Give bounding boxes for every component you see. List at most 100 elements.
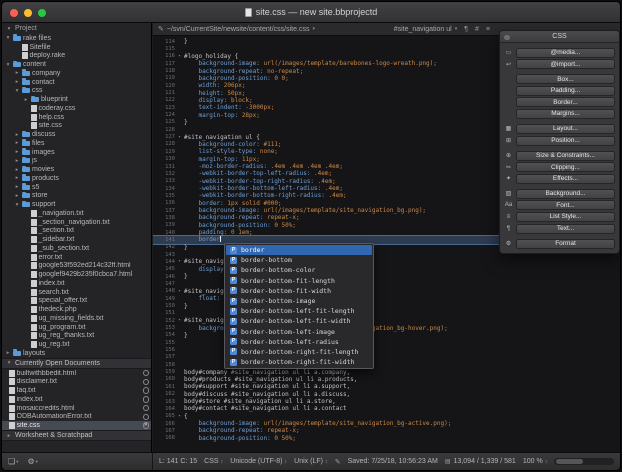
- open-document-mosaiccredits-html[interactable]: mosaiccredits.html: [2, 404, 151, 413]
- disclosure-triangle[interactable]: ▸: [23, 97, 29, 103]
- completion-item-border[interactable]: Pborder: [226, 245, 372, 256]
- tree-item-search-txt[interactable]: search.txt: [2, 288, 151, 297]
- disclosure-triangle[interactable]: ▾: [6, 26, 12, 32]
- minimize-window-button[interactable]: [24, 8, 32, 17]
- code-line[interactable]: 165 ▾{: [153, 413, 620, 420]
- disclosure-triangle[interactable]: ▾: [14, 88, 20, 94]
- current-symbol-menu[interactable]: #site_navigation ul: [394, 26, 452, 33]
- completion-item-border-bottom-right-fit-width[interactable]: Pborder-bottom-right-fit-width: [226, 357, 372, 367]
- counter-icon[interactable]: ¶: [464, 26, 468, 33]
- palette-button-box[interactable]: Box...: [516, 74, 615, 85]
- code-line[interactable]: 162 body#discuss #site_navigation ul li a…: [153, 391, 620, 398]
- disclosure-triangle[interactable]: ▸: [6, 433, 12, 439]
- tree-item-images[interactable]: ▸ images: [2, 148, 151, 157]
- completion-item-border-bottom-fit-length[interactable]: Pborder-bottom-fit-length: [226, 276, 372, 286]
- fold-triangle[interactable]: ▾: [175, 289, 184, 294]
- zoom-control[interactable]: 100 % ↕: [523, 458, 548, 465]
- tree-item-rake-files[interactable]: ▾ rake files: [2, 34, 151, 43]
- completion-item-border-bottom[interactable]: Pborder-bottom: [226, 255, 372, 265]
- disclosure-triangle[interactable]: ▸: [14, 149, 20, 155]
- tree-item-thedeck-php[interactable]: thedeck.php: [2, 305, 151, 314]
- tree-item-ug-reg-txt[interactable]: ug_reg.txt: [2, 340, 151, 349]
- documents-menu-icon[interactable]: ❏ ▾: [8, 457, 18, 466]
- tree-item-store[interactable]: ▸ store: [2, 191, 151, 201]
- close-document-button[interactable]: [142, 413, 149, 421]
- language-menu[interactable]: CSS ↕: [204, 458, 223, 465]
- disclosure-triangle[interactable]: ▾: [5, 35, 11, 41]
- code-line[interactable]: 167 background-repeat: repeat-x;: [153, 427, 620, 434]
- tree-item-sitefile[interactable]: Sitefile: [2, 43, 151, 52]
- completion-item-border-bottom-left-fit-width[interactable]: Pborder-bottom-left-fit-width: [226, 316, 372, 326]
- marker-icon[interactable]: #: [475, 26, 479, 33]
- disclosure-triangle[interactable]: ▸: [14, 70, 20, 76]
- open-document-faq-txt[interactable]: faq.txt: [2, 386, 151, 395]
- disclosure-triangle[interactable]: ▸: [14, 167, 20, 173]
- tree-item-sidebar-txt[interactable]: _sidebar.txt: [2, 235, 151, 244]
- code-line[interactable]: 168 background-position: 0 50%;: [153, 435, 620, 442]
- code-line[interactable]: 163 body#store #site_navigation ul li a.s…: [153, 398, 620, 405]
- horizontal-scrollbar[interactable]: [554, 458, 614, 465]
- palette-button-border[interactable]: Border...: [516, 97, 615, 108]
- close-document-button[interactable]: [142, 369, 149, 377]
- file-path-menu[interactable]: ~/svn/CurrentSite/newsite/content/css/si…: [167, 26, 310, 33]
- close-document-button[interactable]: [142, 396, 149, 403]
- tree-item-discuss[interactable]: ▸ discuss: [2, 130, 151, 139]
- tree-item-support[interactable]: ▾ support: [2, 200, 151, 209]
- tree-item-products[interactable]: ▸ products: [2, 174, 151, 183]
- close-document-button[interactable]: ✕: [142, 422, 149, 429]
- completion-item-border-bottom-fit-width[interactable]: Pborder-bottom-fit-width: [226, 286, 372, 296]
- tree-item-navigation-txt[interactable]: _navigation.txt: [2, 209, 151, 218]
- tree-item-css[interactable]: ▾ css: [2, 86, 151, 96]
- open-document-index-txt[interactable]: index.txt: [2, 395, 151, 404]
- fold-triangle[interactable]: ▾: [175, 54, 184, 59]
- zoom-window-button[interactable]: [38, 8, 46, 17]
- completion-item-border-bottom-image[interactable]: Pborder-bottom-image: [226, 296, 372, 306]
- tree-item-section-navigation-txt[interactable]: _section_navigation.txt: [2, 218, 151, 227]
- open-document-site-css[interactable]: site.css ✕: [2, 421, 151, 430]
- tree-item-js[interactable]: ▸ js: [2, 156, 151, 166]
- worksheet-header[interactable]: ▸ Worksheet & Scratchpad: [2, 430, 151, 441]
- completion-item-border-bottom-left-radius[interactable]: Pborder-bottom-left-radius: [226, 337, 372, 347]
- tree-item-files[interactable]: ▸ files: [2, 139, 151, 148]
- palette-titlebar[interactable]: CSS: [500, 31, 619, 43]
- disclosure-triangle[interactable]: ▾: [14, 202, 20, 208]
- gear-menu-icon[interactable]: ⚙ ▾: [27, 457, 37, 466]
- code-line[interactable]: 166 background-image: url(/images/templa…: [153, 420, 620, 427]
- fold-triangle[interactable]: ▾: [175, 318, 184, 323]
- palette-button-effects[interactable]: Effects...: [516, 173, 615, 184]
- close-document-button[interactable]: [142, 378, 149, 386]
- tree-item-sub-section-txt[interactable]: _sub_section.txt: [2, 244, 151, 253]
- palette-button-list-style[interactable]: List Style...: [516, 211, 615, 222]
- palette-button-layout[interactable]: Layout...: [516, 123, 615, 134]
- tree-item-content[interactable]: ▾ content: [2, 60, 151, 69]
- document-proxy-icon[interactable]: [244, 7, 252, 17]
- line-ending-menu[interactable]: Unix (LF) ↕: [294, 458, 328, 465]
- tree-item-error-txt[interactable]: error.txt: [2, 253, 151, 262]
- fold-triangle[interactable]: ▾: [175, 135, 184, 140]
- completion-item-border-bottom-right-fit-length[interactable]: Pborder-bottom-right-fit-length: [226, 347, 372, 357]
- disclosure-triangle[interactable]: ▸: [14, 175, 20, 181]
- tree-item-company[interactable]: ▸ company: [2, 69, 151, 78]
- code-line[interactable]: 160 body#products #site_navigation ul li …: [153, 376, 620, 383]
- disclosure-triangle[interactable]: ▸: [14, 79, 20, 85]
- fold-triangle[interactable]: ▾: [175, 414, 184, 419]
- code-line[interactable]: 161 body#support #site_navigation ul li a…: [153, 383, 620, 390]
- palette-button-clipping[interactable]: Clipping...: [516, 162, 615, 173]
- tree-item-ug-missing-fields-txt[interactable]: ug_missing_fields.txt: [2, 314, 151, 323]
- tree-item-contact[interactable]: ▸ contact: [2, 78, 151, 87]
- tree-item-ug-program-txt[interactable]: ug_program.txt: [2, 323, 151, 332]
- tree-item-special-offer-txt[interactable]: special_offer.txt: [2, 297, 151, 306]
- tree-item-help-css[interactable]: help.css: [2, 113, 151, 122]
- disclosure-triangle[interactable]: ▸: [14, 158, 20, 164]
- palette-button-media[interactable]: @media...: [516, 47, 615, 58]
- palette-button-import[interactable]: @import...: [516, 59, 615, 70]
- tree-item-layouts[interactable]: ▸ layouts: [2, 349, 151, 358]
- palette-button-margins[interactable]: Margins...: [516, 108, 615, 119]
- disclosure-triangle[interactable]: ▸: [14, 132, 20, 138]
- tree-item-ug-reg-thanks-txt[interactable]: ug_reg_thanks.txt: [2, 332, 151, 341]
- palette-button-size-constraints[interactable]: Size & Constraints...: [516, 150, 615, 161]
- completion-item-border-bottom-color[interactable]: Pborder-bottom-color: [226, 265, 372, 275]
- completion-item-border-bottom-left-image[interactable]: Pborder-bottom-left-image: [226, 327, 372, 337]
- tree-item-coderay-css[interactable]: coderay.css: [2, 104, 151, 113]
- open-document-odbautomationerror-txt[interactable]: ODBAutomationError.txt: [2, 413, 151, 422]
